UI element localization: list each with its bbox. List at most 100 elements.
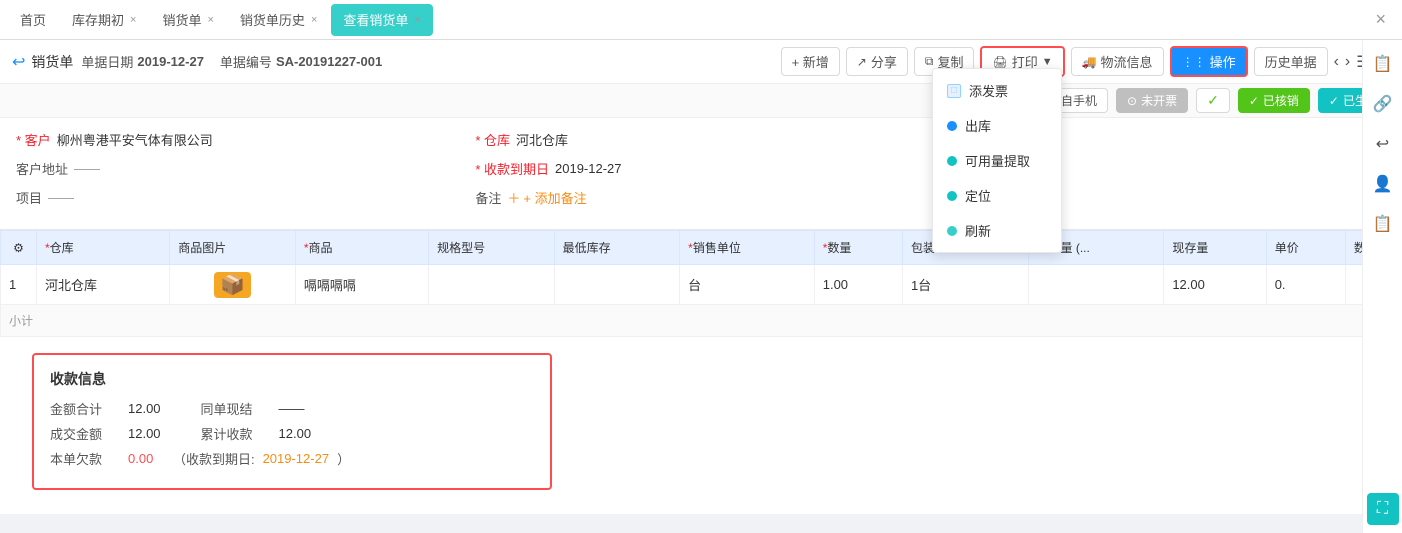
available-qty-dot <box>947 156 957 166</box>
due-date-label: 收款到期日 <box>475 159 549 178</box>
form-row-1: 客户 柳州粤港平安气体有限公司 仓库 河北仓库 业务员 演示账号 <box>16 130 1386 149</box>
th-unit-price: 单价 <box>1266 231 1345 265</box>
tab-sales-order[interactable]: 销货单 × <box>150 4 225 36</box>
product-image: 📦 <box>214 272 251 298</box>
doc-icon: ↩ <box>12 52 25 72</box>
table-header-row: ⚙ *仓库 商品图片 *商品 规格型号 最低库存 *销售单位 *数量 包装数量 … <box>1 231 1402 265</box>
form-row-2: 客户地址 —— 收款到期日 2019-12-27 票据类型 不开票 <box>16 159 1386 178</box>
tab-sales-history-close[interactable]: × <box>311 14 317 26</box>
cell-product: 嗝嗝嗝嗝 <box>295 265 428 305</box>
total-amount-value: 12.00 <box>128 401 161 416</box>
owed-note-text: （收款到期日: <box>173 449 255 468</box>
note-field: 备注 ＋ + 添加备注 <box>475 188 926 207</box>
sidebar-icon-1[interactable]: 📋 <box>1367 48 1399 80</box>
add-note-icon: ＋ <box>507 188 520 207</box>
doc-meta: 单据日期 2019-12-27 单据编号 SA-20191227-001 <box>81 52 382 71</box>
form-section: 客户 柳州粤港平安气体有限公司 仓库 河北仓库 业务员 演示账号 客户地址 ——… <box>0 118 1402 229</box>
th-settings: ⚙ <box>1 231 37 265</box>
add-invoice-icon-inner: □ <box>951 85 957 96</box>
doc-date-label: 单据日期 2019-12-27 <box>81 52 204 71</box>
next-record-button[interactable]: › <box>1345 53 1350 71</box>
share-icon: ↗ <box>857 55 867 69</box>
tab-view-sales[interactable]: 查看销货单 × <box>331 4 432 36</box>
share-label: 分享 <box>871 52 897 71</box>
owed-value: 0.00 <box>128 451 153 466</box>
cell-quantity: 1.00 <box>814 265 902 305</box>
subtotal-row: 小计 <box>1 305 1402 337</box>
sidebar-icon-2[interactable]: 🔗 <box>1367 88 1399 120</box>
products-table: ⚙ *仓库 商品图片 *商品 规格型号 最低库存 *销售单位 *数量 包装数量 … <box>0 230 1402 337</box>
cell-min-stock <box>554 265 680 305</box>
cumulative-value: 12.00 <box>279 426 312 441</box>
cell-unit-price: 0. <box>1266 265 1345 305</box>
doc-number-label-text: 单据编号 <box>220 52 272 71</box>
payment-row-1: 金额合计 12.00 同单现结 —— <box>50 399 534 418</box>
customer-value: 柳州粤港平安气体有限公司 <box>57 130 213 149</box>
sidebar-icon-expand[interactable]: ⛶ <box>1367 493 1399 525</box>
out-stock-item[interactable]: 出库 <box>933 108 1061 143</box>
due-date-field: 收款到期日 2019-12-27 <box>475 159 926 178</box>
refresh-item[interactable]: 刷新 <box>933 213 1061 248</box>
logistics-button[interactable]: 🚚 物流信息 <box>1071 47 1164 76</box>
operation-button[interactable]: ⋮⋮ 操作 <box>1170 46 1248 77</box>
tab-inventory-close[interactable]: × <box>130 14 136 26</box>
print-dropdown-icon: ▼ <box>1042 56 1053 68</box>
tab-inventory-init[interactable]: 库存期初 × <box>60 4 148 36</box>
check-icon-button[interactable]: ✓ <box>1196 88 1230 113</box>
doc-number-label: 单据编号 SA-20191227-001 <box>220 52 382 71</box>
copy-icon: ⧉ <box>925 54 934 69</box>
locate-item[interactable]: 定位 <box>933 178 1061 213</box>
address-value: —— <box>74 161 100 176</box>
available-qty-label: 可用量提取 <box>965 151 1030 170</box>
warehouse-field: 仓库 河北仓库 <box>475 130 926 149</box>
doc-title-area: ↩ 销货单 <box>12 52 73 72</box>
tab-sales-order-close[interactable]: × <box>207 14 213 26</box>
owed-end: ） <box>337 449 350 468</box>
add-invoice-item[interactable]: □ 添发票 <box>933 73 1061 108</box>
sold-out-label: 已核销 <box>1263 92 1299 109</box>
out-stock-label: 出库 <box>965 116 991 135</box>
right-sidebar: 📋 🔗 ↩ 👤 📋 ⛶ <box>1362 40 1402 533</box>
tab-sales-history[interactable]: 销货单历史 × <box>228 4 329 36</box>
sidebar-icon-3[interactable]: ↩ <box>1367 128 1399 160</box>
cell-unit: 台 <box>680 265 815 305</box>
toolbar: ↩ 销货单 单据日期 2019-12-27 单据编号 SA-20191227-0… <box>0 40 1402 84</box>
prev-record-button[interactable]: ‹ <box>1334 53 1339 71</box>
payment-section: 收款信息 金额合计 12.00 同单现结 —— 成交金额 12.00 累计收款 <box>32 353 552 490</box>
doc-number-value: SA-20191227-001 <box>276 54 382 69</box>
cumulative-item: 累计收款 12.00 <box>201 424 312 443</box>
add-invoice-icon: □ <box>947 84 961 98</box>
window-close-button[interactable]: × <box>1367 9 1394 30</box>
th-image: 商品图片 <box>170 231 296 265</box>
total-amount-label: 金额合计 <box>50 399 120 418</box>
cell-warehouse: 河北仓库 <box>37 265 170 305</box>
owed-item: 本单欠款 0.00 （收款到期日: 2019-12-27 ） <box>50 449 350 468</box>
share-button[interactable]: ↗ 分享 <box>846 47 908 76</box>
history-button[interactable]: 历史单据 <box>1254 47 1328 76</box>
deal-amount-label: 成交金额 <box>50 424 120 443</box>
th-spec: 规格型号 <box>429 231 555 265</box>
payment-area: 收款信息 金额合计 12.00 同单现结 —— 成交金额 12.00 累计收款 <box>0 337 1402 514</box>
not-open-button[interactable]: ⊙ 未开票 <box>1116 88 1188 113</box>
tab-home[interactable]: 首页 <box>8 4 58 36</box>
check-icon: ✓ <box>1207 92 1219 109</box>
sold-out-button[interactable]: ✓ 已核销 <box>1238 88 1310 113</box>
add-note-button[interactable]: ＋ + 添加备注 <box>507 188 586 207</box>
warehouse-value: 河北仓库 <box>516 130 568 149</box>
same-order-label: 同单现结 <box>201 399 271 418</box>
action-bar: 📱 来自手机 ⊙ 未开票 ✓ ✓ 已核销 ✓ 已生效 <box>0 84 1402 118</box>
new-button[interactable]: + 新增 <box>781 47 840 76</box>
new-label: + 新增 <box>792 52 829 71</box>
same-order-value: —— <box>279 401 305 416</box>
sidebar-icon-4[interactable]: 👤 <box>1367 168 1399 200</box>
table-wrapper: ⚙ *仓库 商品图片 *商品 规格型号 最低库存 *销售单位 *数量 包装数量 … <box>0 229 1402 337</box>
history-label: 历史单据 <box>1265 52 1317 71</box>
owed-note <box>161 451 165 466</box>
effective-icon: ✓ <box>1329 94 1339 108</box>
available-qty-item[interactable]: 可用量提取 <box>933 143 1061 178</box>
tab-view-sales-label: 查看销货单 <box>343 10 408 29</box>
sidebar-icon-5[interactable]: 📋 <box>1367 208 1399 240</box>
project-field: 项目 —— <box>16 188 467 207</box>
tab-view-sales-close[interactable]: × <box>414 14 420 26</box>
cell-package-qty: 1台 <box>902 265 1028 305</box>
